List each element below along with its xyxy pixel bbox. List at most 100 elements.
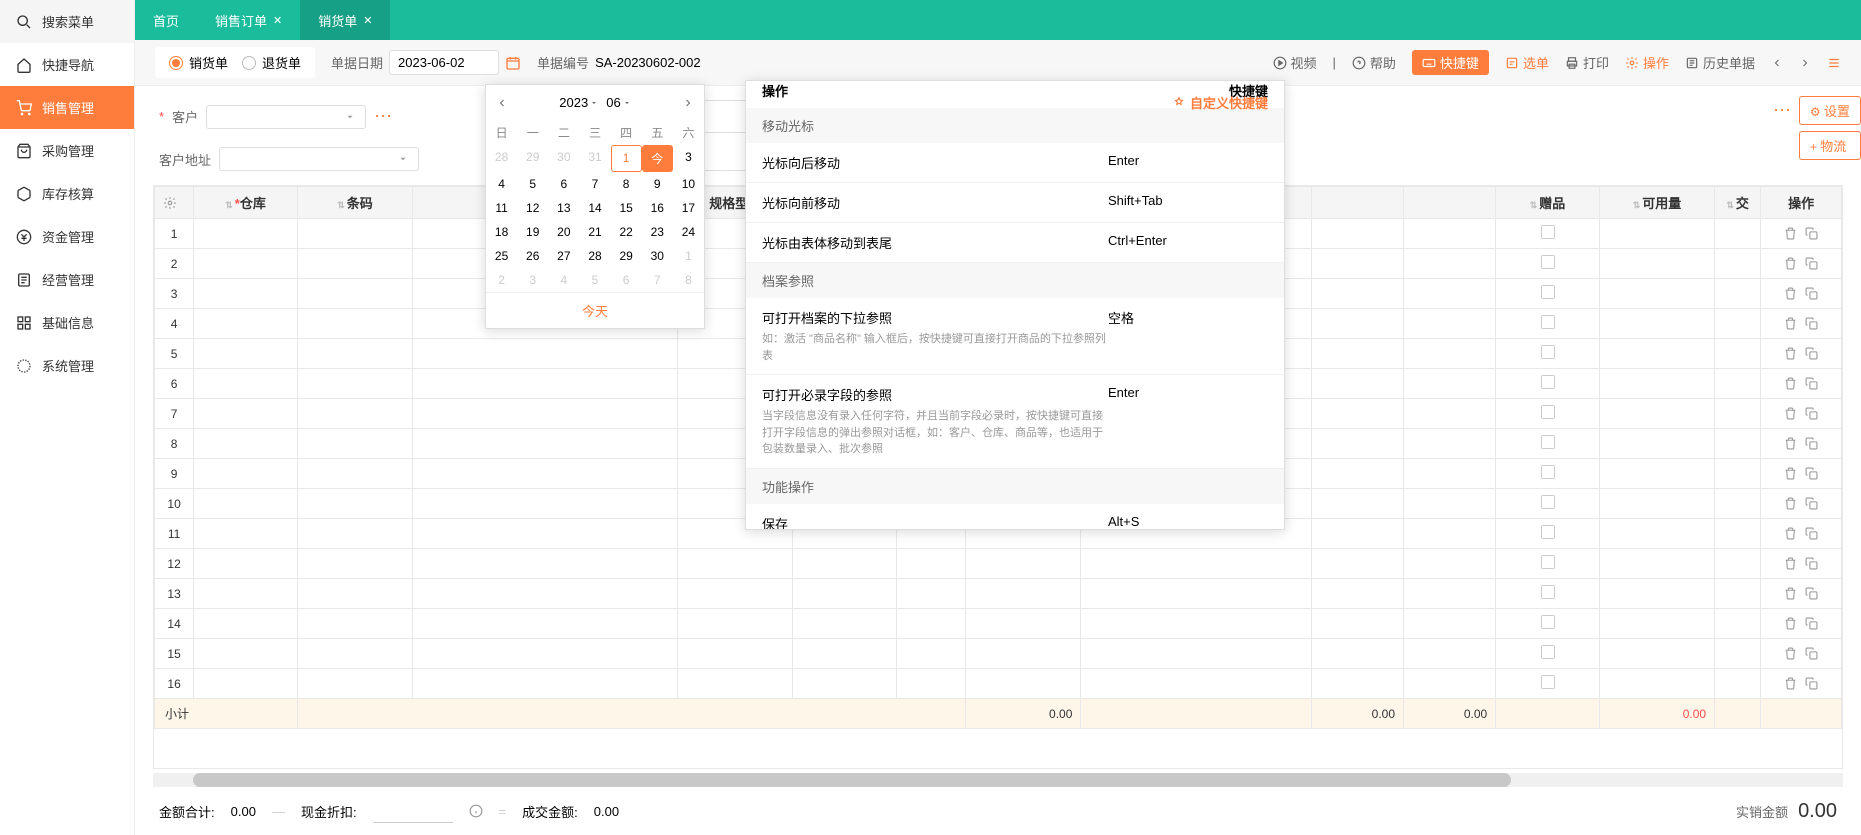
customer-addr-select[interactable]	[219, 147, 419, 171]
cal-day[interactable]: 21	[579, 220, 610, 244]
cell[interactable]	[297, 459, 412, 489]
gift-cell[interactable]	[1496, 279, 1600, 309]
cal-day-prev[interactable]: 31	[579, 145, 610, 172]
chevron-right-icon[interactable]	[1799, 57, 1811, 69]
cell[interactable]	[1404, 549, 1496, 579]
sidebar-item-5[interactable]: 资金管理	[0, 215, 134, 258]
delete-row-icon[interactable]	[1784, 677, 1797, 690]
cell[interactable]	[1311, 519, 1403, 549]
cell[interactable]	[413, 579, 678, 609]
radio-return[interactable]: 退货单	[242, 53, 301, 72]
copy-row-icon[interactable]	[1805, 377, 1818, 390]
cell[interactable]	[1404, 519, 1496, 549]
copy-row-icon[interactable]	[1805, 647, 1818, 660]
cell[interactable]	[413, 489, 678, 519]
delete-row-icon[interactable]	[1784, 257, 1797, 270]
chevron-left-icon[interactable]	[1771, 57, 1783, 69]
cell[interactable]	[1599, 489, 1714, 519]
checkbox-icon[interactable]	[1541, 675, 1555, 689]
cell[interactable]	[1715, 519, 1761, 549]
delete-row-icon[interactable]	[1784, 557, 1797, 570]
cal-day-next[interactable]: 3	[517, 268, 548, 292]
cal-day-next[interactable]: 7	[642, 268, 673, 292]
copy-row-icon[interactable]	[1805, 467, 1818, 480]
cell[interactable]	[1404, 609, 1496, 639]
cal-day-prev[interactable]: 28	[486, 145, 517, 172]
cell[interactable]	[897, 669, 966, 699]
cell[interactable]	[1599, 579, 1714, 609]
cell[interactable]	[966, 609, 1081, 639]
delete-row-icon[interactable]	[1784, 647, 1797, 660]
cal-day-next[interactable]: 1	[673, 244, 704, 268]
shortcut-button[interactable]: 快捷键	[1412, 50, 1489, 75]
delete-row-icon[interactable]	[1784, 347, 1797, 360]
sidebar-item-8[interactable]: 系统管理	[0, 344, 134, 387]
cal-day[interactable]: 23	[642, 220, 673, 244]
cell[interactable]	[194, 339, 298, 369]
cell[interactable]	[1599, 459, 1714, 489]
cell[interactable]	[194, 399, 298, 429]
gift-cell[interactable]	[1496, 369, 1600, 399]
gift-cell[interactable]	[1496, 249, 1600, 279]
cell[interactable]	[1081, 579, 1311, 609]
checkbox-icon[interactable]	[1541, 645, 1555, 659]
cal-day[interactable]: 8	[611, 172, 642, 196]
sidebar-item-6[interactable]: 经营管理	[0, 258, 134, 301]
cell[interactable]	[413, 339, 678, 369]
history-link[interactable]: 历史单据	[1685, 53, 1755, 72]
cell[interactable]	[1311, 369, 1403, 399]
cal-day[interactable]: 3	[673, 145, 704, 172]
gift-cell[interactable]	[1496, 669, 1600, 699]
customer-select[interactable]	[206, 105, 366, 129]
cal-day-next[interactable]: 4	[548, 268, 579, 292]
cal-day[interactable]: 20	[548, 220, 579, 244]
customize-shortcuts-link[interactable]: 自定义快捷键	[1172, 93, 1268, 112]
sidebar-item-2[interactable]: 销售管理	[0, 86, 134, 129]
checkbox-icon[interactable]	[1541, 555, 1555, 569]
th-gear[interactable]	[155, 187, 194, 219]
cell[interactable]	[297, 549, 412, 579]
checkbox-icon[interactable]	[1541, 315, 1555, 329]
cell[interactable]	[1715, 369, 1761, 399]
delete-row-icon[interactable]	[1784, 407, 1797, 420]
cell[interactable]	[1404, 219, 1496, 249]
cell[interactable]	[1081, 669, 1311, 699]
cal-day[interactable]: 6	[548, 172, 579, 196]
cell[interactable]	[1081, 609, 1311, 639]
cell[interactable]	[1599, 249, 1714, 279]
cell[interactable]	[1311, 219, 1403, 249]
cell[interactable]	[966, 579, 1081, 609]
cell[interactable]	[1404, 489, 1496, 519]
cell[interactable]	[1599, 609, 1714, 639]
cal-today-button[interactable]: 今天	[486, 292, 704, 328]
cal-day-next[interactable]: 6	[611, 268, 642, 292]
cell[interactable]	[413, 369, 678, 399]
copy-row-icon[interactable]	[1805, 437, 1818, 450]
cal-day[interactable]: 9	[642, 172, 673, 196]
cell[interactable]	[413, 519, 678, 549]
cell[interactable]	[897, 579, 966, 609]
cell[interactable]	[793, 639, 897, 669]
th-deliver[interactable]: ⇅交	[1715, 187, 1761, 219]
copy-row-icon[interactable]	[1805, 407, 1818, 420]
copy-row-icon[interactable]	[1805, 287, 1818, 300]
cal-day-prev[interactable]: 30	[548, 145, 579, 172]
horizontal-scrollbar[interactable]	[153, 773, 1843, 787]
cell[interactable]	[194, 369, 298, 399]
cell[interactable]	[297, 579, 412, 609]
delete-row-icon[interactable]	[1784, 617, 1797, 630]
gift-cell[interactable]	[1496, 609, 1600, 639]
cell[interactable]	[413, 549, 678, 579]
cell[interactable]	[1715, 219, 1761, 249]
cal-day[interactable]: 16	[642, 196, 673, 220]
cell[interactable]	[1715, 639, 1761, 669]
cell[interactable]	[1599, 369, 1714, 399]
cell[interactable]	[1404, 399, 1496, 429]
cell[interactable]	[1311, 489, 1403, 519]
cell[interactable]	[1404, 459, 1496, 489]
cell[interactable]	[1599, 669, 1714, 699]
logistics-button[interactable]: + 物流	[1799, 131, 1861, 160]
checkbox-icon[interactable]	[1541, 255, 1555, 269]
checkbox-icon[interactable]	[1541, 225, 1555, 239]
copy-row-icon[interactable]	[1805, 347, 1818, 360]
